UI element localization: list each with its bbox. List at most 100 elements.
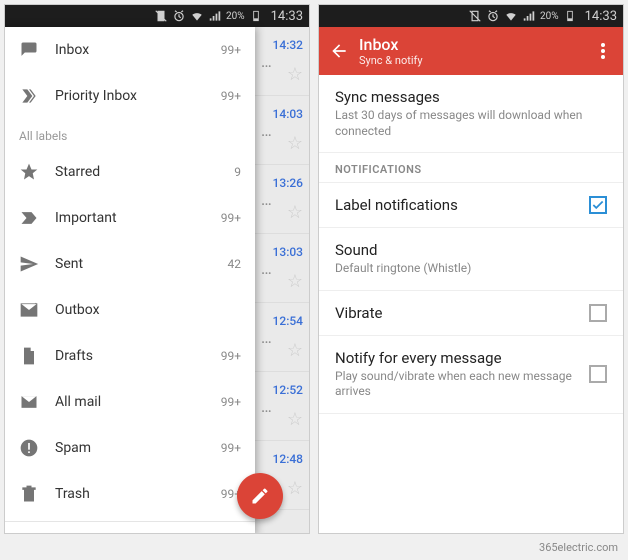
setting-subtitle: Last 30 days of messages will download w… xyxy=(335,108,607,139)
drawer-item-all-mail[interactable]: All mail99+ xyxy=(5,379,255,425)
compose-fab[interactable] xyxy=(237,473,283,519)
star-outline-icon[interactable]: ☆ xyxy=(287,202,303,223)
checkbox-label-notifications[interactable] xyxy=(589,196,607,214)
clock-time: 14:33 xyxy=(271,9,303,24)
mail-time: 12:52 xyxy=(273,383,303,397)
mail-time: 13:03 xyxy=(273,245,303,259)
settings-list: Sync messages Last 30 days of messages w… xyxy=(319,75,623,414)
status-bar: 20% 14:33 xyxy=(319,5,623,27)
setting-title: Vibrate xyxy=(335,304,589,322)
mail-preview-ellipsis: … xyxy=(261,121,272,140)
setting-title: Sound xyxy=(335,241,607,259)
drafts-icon xyxy=(19,346,55,366)
back-button[interactable] xyxy=(329,41,359,61)
setting-sound[interactable]: Sound Default ringtone (Whistle) xyxy=(319,228,623,291)
drawer-item-count: 99+ xyxy=(221,349,241,363)
drawer-item-count: 99+ xyxy=(221,395,241,409)
watermark: 365electric.com xyxy=(539,541,618,554)
status-bar: 20% 14:33 xyxy=(5,5,309,27)
drawer-item-label: Priority Inbox xyxy=(55,88,221,104)
drawer-item-label: Inbox xyxy=(55,42,221,58)
check-icon xyxy=(591,198,605,212)
no-sim-icon xyxy=(154,9,168,23)
mail-time: 14:32 xyxy=(273,38,303,52)
drawer-item-drafts[interactable]: Drafts99+ xyxy=(5,333,255,379)
alarm-icon xyxy=(486,9,500,23)
drawer-item-inbox[interactable]: Inbox99+ xyxy=(5,27,255,73)
checkbox-vibrate[interactable] xyxy=(589,304,607,322)
drawer-item-count: 99+ xyxy=(221,441,241,455)
signal-icon xyxy=(522,9,536,23)
setting-notify-every[interactable]: Notify for every message Play sound/vibr… xyxy=(319,336,623,414)
drawer-item-count: 99+ xyxy=(221,89,241,103)
signal-icon xyxy=(208,9,222,23)
battery-percent: 20% xyxy=(226,11,245,22)
drawer-item-starred[interactable]: Starred9 xyxy=(5,149,255,195)
overflow-menu-button[interactable] xyxy=(593,43,613,59)
setting-sync-messages[interactable]: Sync messages Last 30 days of messages w… xyxy=(319,75,623,153)
mail-preview-ellipsis: … xyxy=(261,259,272,278)
setting-title: Sync messages xyxy=(335,88,607,106)
drawer-item-trash[interactable]: Trash99+ xyxy=(5,471,255,517)
setting-subtitle: Play sound/vibrate when each new message… xyxy=(335,369,589,400)
drawer-item-important[interactable]: Important99+ xyxy=(5,195,255,241)
drawer-item-priority-inbox[interactable]: Priority Inbox99+ xyxy=(5,73,255,119)
mail-preview-ellipsis: … xyxy=(261,397,272,416)
important-icon xyxy=(19,208,55,228)
mail-time: 12:48 xyxy=(273,452,303,466)
pencil-icon xyxy=(250,486,270,506)
right-screenshot: 20% 14:33 Inbox Sync & notify Sync messa… xyxy=(318,4,624,534)
mail-list-behind: …14:32☆…14:03☆…13:26☆…13:03☆…12:54☆…12:5… xyxy=(255,27,309,534)
star-outline-icon[interactable]: ☆ xyxy=(287,340,303,361)
spam-icon xyxy=(19,438,55,458)
battery-percent: 20% xyxy=(540,11,559,22)
battery-icon xyxy=(249,9,263,23)
setting-label-notifications[interactable]: Label notifications xyxy=(319,183,623,228)
drawer-item-label: Outbox xyxy=(55,302,241,318)
left-screenshot: 20% 14:33 …14:32☆…14:03☆…13:26☆…13:03☆…1… xyxy=(4,4,310,534)
star-outline-icon[interactable]: ☆ xyxy=(287,133,303,154)
mail-list-row[interactable]: …13:03 ☆ xyxy=(255,234,309,303)
star-outline-icon[interactable]: ☆ xyxy=(287,478,303,499)
drawer-item-label: Spam xyxy=(55,440,221,456)
star-outline-icon[interactable]: ☆ xyxy=(287,64,303,85)
drawer-item-spam[interactable]: Spam99+ xyxy=(5,425,255,471)
drawer-item-settings[interactable]: Settings xyxy=(5,526,255,534)
drawer-item-count: 99+ xyxy=(221,43,241,57)
toolbar-subtitle: Sync & notify xyxy=(359,54,593,67)
mail-list-row[interactable]: …14:32☆ xyxy=(255,27,309,96)
mail-preview-ellipsis: … xyxy=(261,190,272,209)
sent-icon xyxy=(19,254,55,274)
mail-list-row[interactable]: …13:26☆ xyxy=(255,165,309,234)
mail-time: 14:03 xyxy=(273,107,303,121)
star-outline-icon[interactable]: ☆ xyxy=(287,271,303,292)
drawer-item-label: All mail xyxy=(55,394,221,410)
toolbar: Inbox Sync & notify xyxy=(319,27,623,75)
mail-preview-ellipsis: … xyxy=(261,328,272,347)
star-icon xyxy=(19,162,55,182)
mail-time: 12:54 xyxy=(273,314,303,328)
drawer-item-outbox[interactable]: Outbox xyxy=(5,287,255,333)
setting-title: Notify for every message xyxy=(335,349,589,367)
drawer-item-count: 9 xyxy=(234,165,241,179)
outbox-icon xyxy=(19,300,55,320)
setting-vibrate[interactable]: Vibrate xyxy=(319,291,623,336)
drawer-item-label: Starred xyxy=(55,164,234,180)
allmail-icon xyxy=(19,392,55,412)
divider xyxy=(5,521,255,522)
wifi-icon xyxy=(504,9,518,23)
priority-icon xyxy=(19,86,55,106)
mail-list-row[interactable]: …12:54 ☆ xyxy=(255,303,309,372)
drawer-item-sent[interactable]: Sent42 xyxy=(5,241,255,287)
section-header-notifications: NOTIFICATIONS xyxy=(319,153,623,183)
drawer-item-count: 99+ xyxy=(221,211,241,225)
checkbox-notify-every[interactable] xyxy=(589,365,607,383)
star-outline-icon[interactable]: ☆ xyxy=(287,409,303,430)
mail-list-row[interactable]: …14:03 ☆ xyxy=(255,96,309,165)
mail-list-row[interactable]: …12:52 ☆ xyxy=(255,372,309,441)
navigation-drawer: Inbox99+Priority Inbox99+ All labels Sta… xyxy=(5,27,255,534)
battery-icon xyxy=(563,9,577,23)
toolbar-title: Inbox xyxy=(359,35,593,54)
wifi-icon xyxy=(190,9,204,23)
clock-time: 14:33 xyxy=(585,9,617,24)
